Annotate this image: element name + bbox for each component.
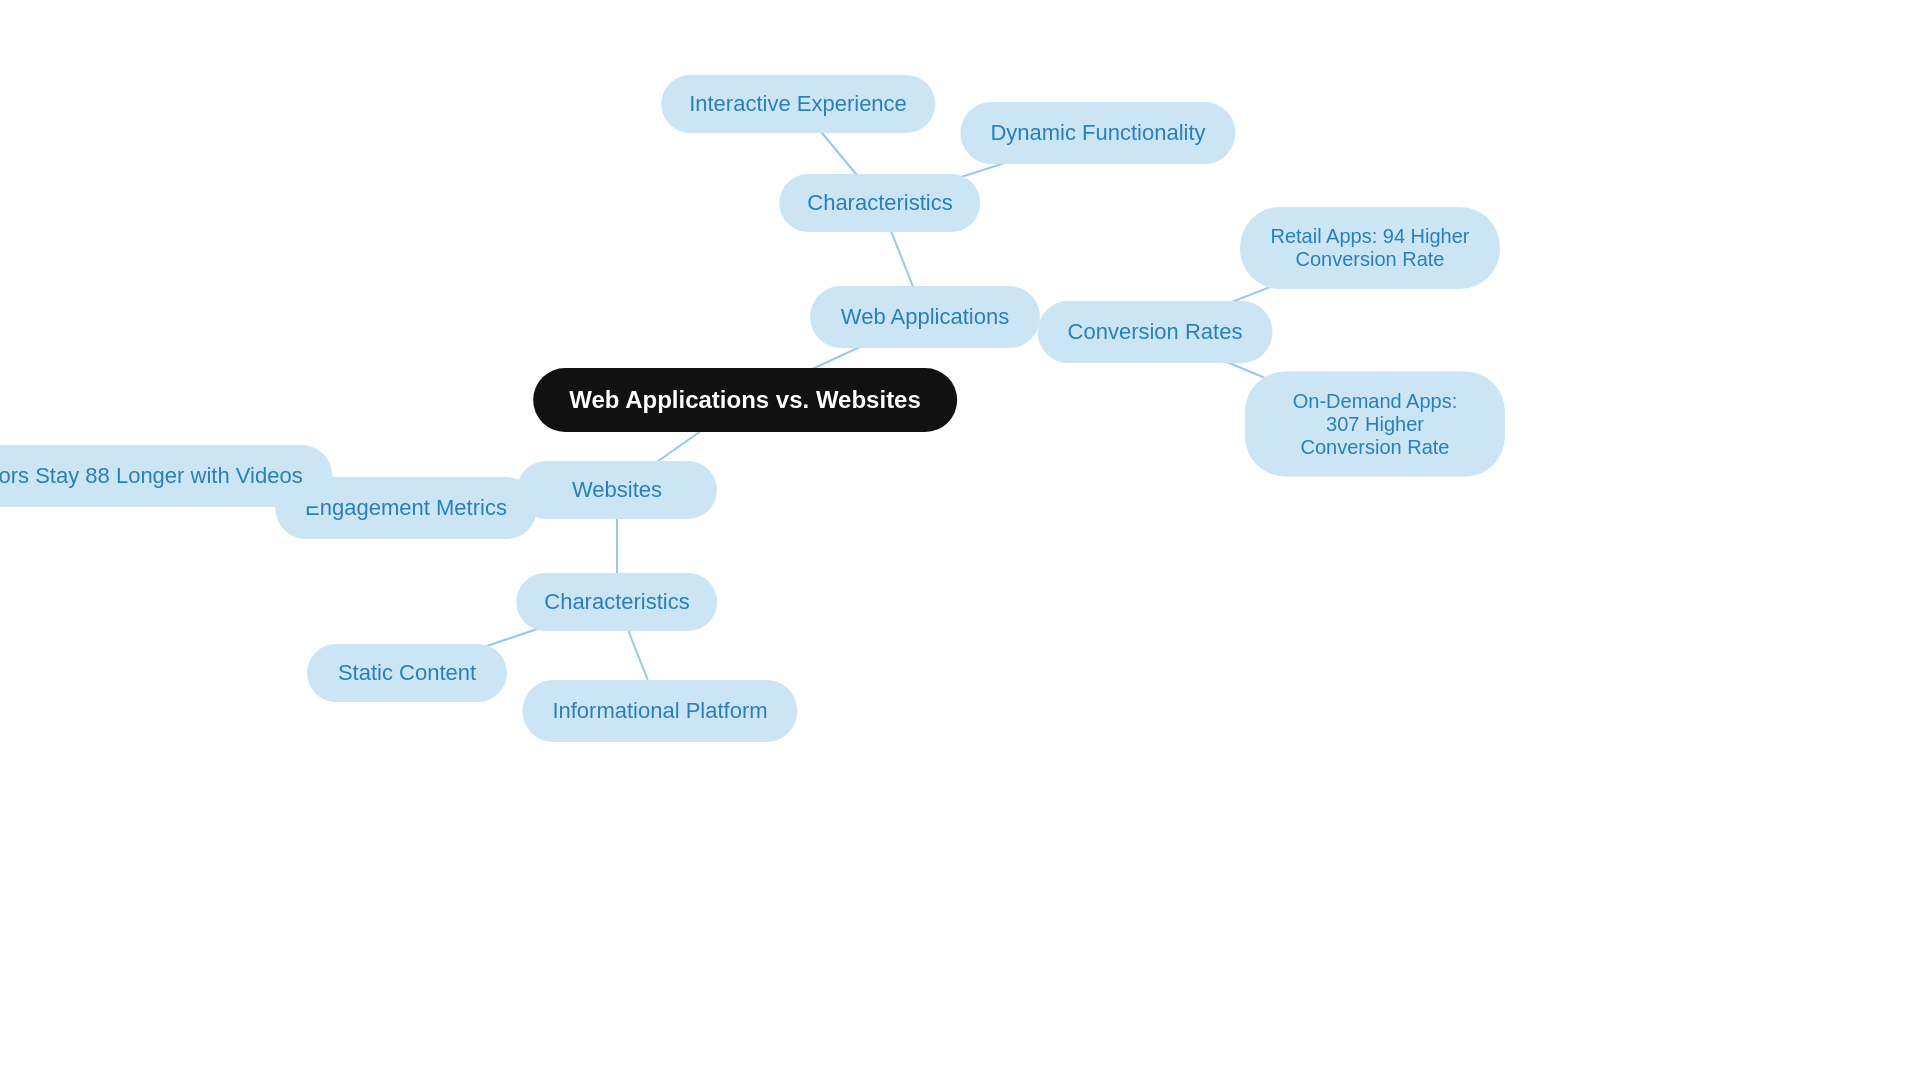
node-informationalPlatform: Informational Platform [522, 680, 797, 742]
connections-svg [0, 0, 1920, 1083]
node-retailApps: Retail Apps: 94 Higher Conversion Rate [1240, 207, 1500, 289]
mind-map: Web Applications vs. Websites Web Applica… [0, 0, 1920, 1083]
node-characteristics_web: Characteristics [779, 174, 980, 232]
node-websites: Websites [517, 461, 717, 519]
node-characteristics_site: Characteristics [516, 573, 717, 631]
node-staticContent: Static Content [307, 644, 507, 702]
node-dynamicFunctionality: Dynamic Functionality [960, 102, 1235, 164]
node-webApplications: Web Applications [810, 286, 1040, 348]
node-onDemandApps: On-Demand Apps: 307 Higher Conversion Ra… [1245, 372, 1505, 477]
node-conversionRates: Conversion Rates [1038, 301, 1273, 363]
node-interactiveExperience: Interactive Experience [661, 75, 935, 133]
node-visitorsStay: Visitors Stay 88 Longer with Videos [0, 445, 333, 507]
node-center: Web Applications vs. Websites [533, 368, 957, 432]
